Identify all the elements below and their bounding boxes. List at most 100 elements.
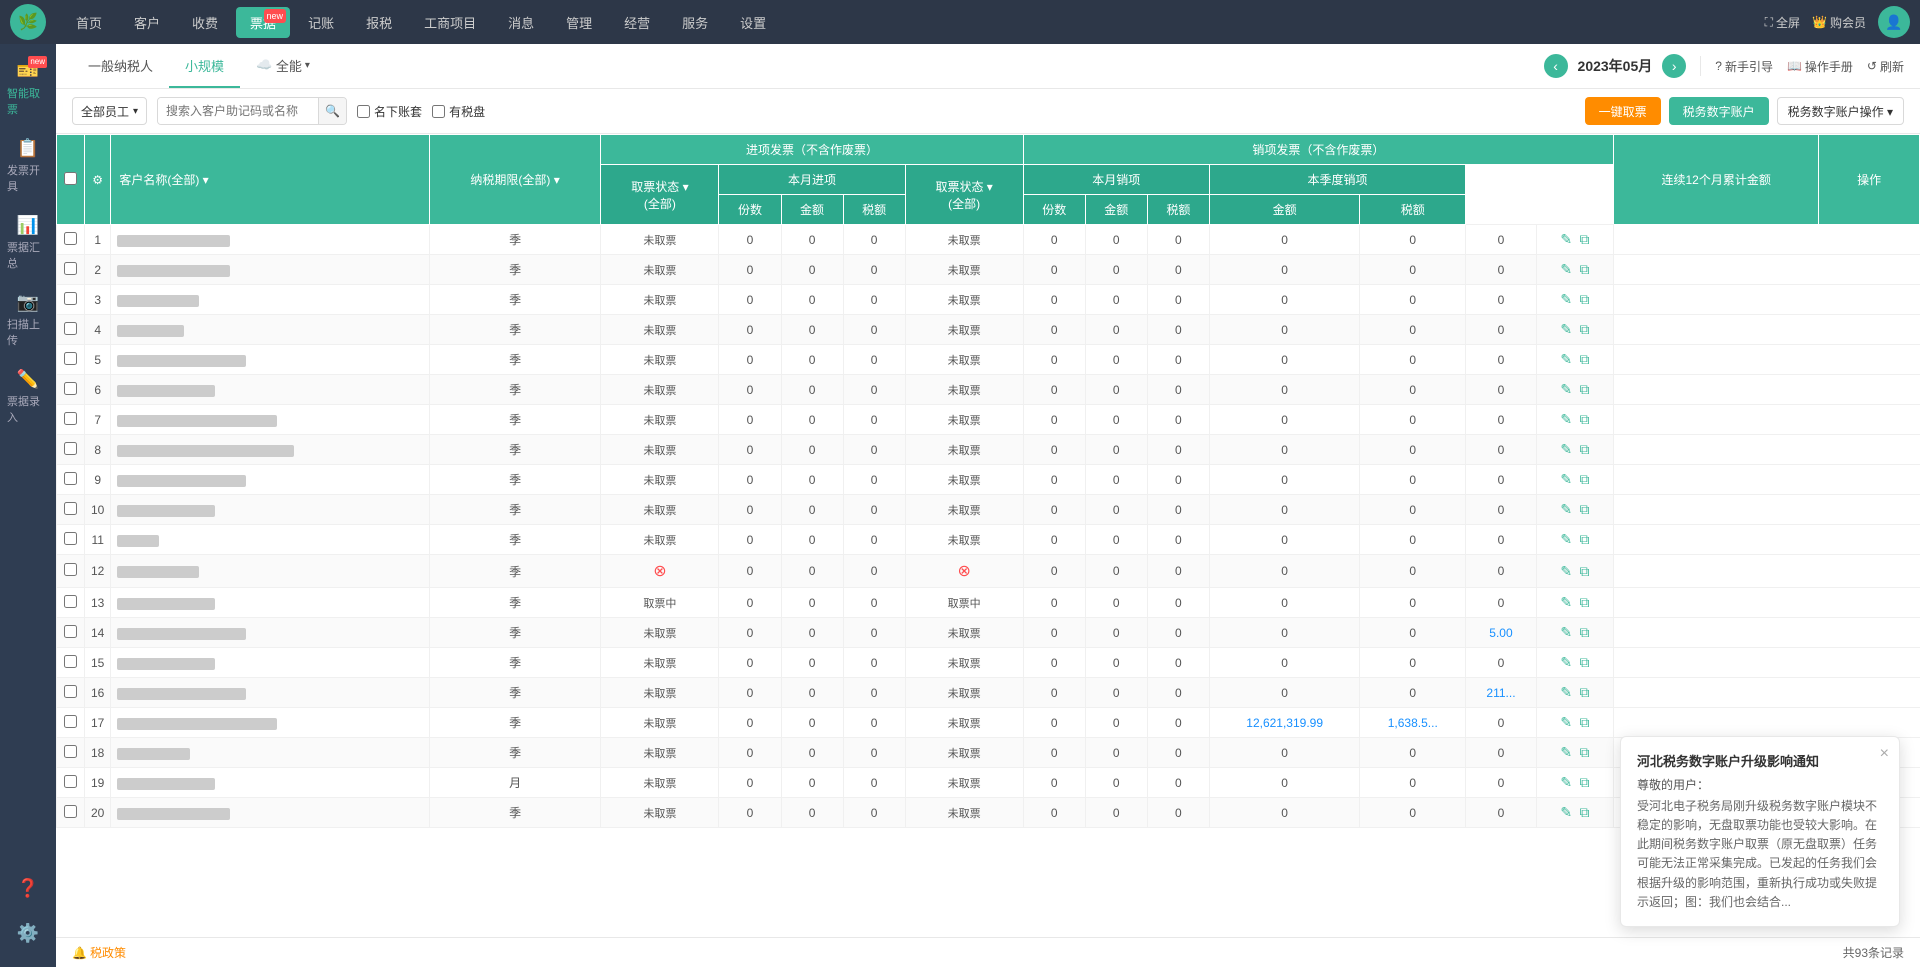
copy-icon[interactable]: ⧉ xyxy=(1579,411,1589,427)
copy-icon[interactable]: ⧉ xyxy=(1579,501,1589,517)
sidebar-item-scan-upload[interactable]: 📷 扫描上传 xyxy=(3,283,53,356)
edit-icon[interactable]: ✎ xyxy=(1560,321,1572,337)
copy-icon[interactable]: ⧉ xyxy=(1579,774,1589,790)
nav-bookkeeping[interactable]: 记账 xyxy=(294,7,348,38)
vip-btn[interactable]: 👑 购会员 xyxy=(1812,14,1866,31)
manual-link[interactable]: 📖 操作手册 xyxy=(1787,58,1853,75)
tab-general-taxpayer[interactable]: 一般纳税人 xyxy=(72,44,169,88)
row-checkbox[interactable] xyxy=(64,655,77,668)
select-all-checkbox[interactable] xyxy=(64,172,77,185)
nav-invoice[interactable]: 票据 new xyxy=(236,7,290,38)
checkbox-has-tax-disk[interactable]: 有税盘 xyxy=(432,103,485,120)
row-checkbox[interactable] xyxy=(64,352,77,365)
sidebar-item-smart-fetch[interactable]: new 🎫 智能取票 xyxy=(3,52,53,125)
copy-icon[interactable]: ⧉ xyxy=(1579,261,1589,277)
nav-settings[interactable]: 设置 xyxy=(726,7,780,38)
col-in-status[interactable]: 取票状态 ▾(全部) xyxy=(601,165,719,225)
col-client-name[interactable]: 客户名称(全部) ▾ xyxy=(111,135,429,225)
edit-icon[interactable]: ✎ xyxy=(1560,804,1572,820)
edit-icon[interactable]: ✎ xyxy=(1560,291,1572,307)
checkbox-accounts[interactable] xyxy=(357,105,370,118)
avatar[interactable]: 👤 xyxy=(1878,6,1910,38)
copy-icon[interactable]: ⧉ xyxy=(1579,321,1589,337)
row-checkbox[interactable] xyxy=(64,382,77,395)
one-click-fetch-btn[interactable]: 一键取票 xyxy=(1585,97,1661,125)
next-period-btn[interactable]: › xyxy=(1662,54,1686,78)
nav-message[interactable]: 消息 xyxy=(494,7,548,38)
nav-service[interactable]: 服务 xyxy=(668,7,722,38)
copy-icon[interactable]: ⧉ xyxy=(1579,381,1589,397)
sidebar-item-invoice-entry[interactable]: ✏️ 票据录入 xyxy=(3,360,53,433)
edit-icon[interactable]: ✎ xyxy=(1560,231,1572,247)
nav-business[interactable]: 工商项目 xyxy=(410,7,490,38)
digital-account-ops-btn[interactable]: 税务数字账户操作 ▾ xyxy=(1777,97,1904,125)
row-checkbox[interactable] xyxy=(64,442,77,455)
search-button[interactable]: 🔍 xyxy=(318,97,346,125)
edit-icon[interactable]: ✎ xyxy=(1560,594,1572,610)
prev-period-btn[interactable]: ‹ xyxy=(1544,54,1568,78)
search-input[interactable] xyxy=(158,97,318,125)
new-guide-link[interactable]: ? 新手引导 xyxy=(1715,58,1773,75)
sidebar-item-help[interactable]: ❓ xyxy=(3,869,53,910)
edit-icon[interactable]: ✎ xyxy=(1560,381,1572,397)
col-out-status[interactable]: 取票状态 ▾(全部) xyxy=(905,165,1023,225)
row-checkbox[interactable] xyxy=(64,232,77,245)
row-checkbox[interactable] xyxy=(64,625,77,638)
row-checkbox[interactable] xyxy=(64,563,77,576)
digital-account-btn[interactable]: 税务数字账户 xyxy=(1669,97,1769,125)
copy-icon[interactable]: ⧉ xyxy=(1579,594,1589,610)
nav-operation[interactable]: 经营 xyxy=(610,7,664,38)
row-checkbox[interactable] xyxy=(64,745,77,758)
employee-select[interactable]: 全部员工 ▾ xyxy=(72,97,147,125)
edit-icon[interactable]: ✎ xyxy=(1560,411,1572,427)
edit-icon[interactable]: ✎ xyxy=(1560,624,1572,640)
edit-icon[interactable]: ✎ xyxy=(1560,774,1572,790)
tab-small-scale[interactable]: 小规模 xyxy=(169,44,240,88)
edit-icon[interactable]: ✎ xyxy=(1560,563,1572,579)
row-checkbox[interactable] xyxy=(64,472,77,485)
checkbox-taxdisk[interactable] xyxy=(432,105,445,118)
row-checkbox[interactable] xyxy=(64,502,77,515)
nav-manage[interactable]: 管理 xyxy=(552,7,606,38)
nav-home[interactable]: 首页 xyxy=(62,7,116,38)
fullscreen-btn[interactable]: ⛶ 全屏 xyxy=(1765,14,1800,31)
copy-icon[interactable]: ⧉ xyxy=(1579,231,1589,247)
row-checkbox[interactable] xyxy=(64,322,77,335)
copy-icon[interactable]: ⧉ xyxy=(1579,351,1589,367)
edit-icon[interactable]: ✎ xyxy=(1560,351,1572,367)
tax-policy-link[interactable]: 🔔 税政策 xyxy=(72,944,126,961)
nav-tax[interactable]: 报税 xyxy=(352,7,406,38)
edit-icon[interactable]: ✎ xyxy=(1560,531,1572,547)
copy-icon[interactable]: ⧉ xyxy=(1579,804,1589,820)
copy-icon[interactable]: ⧉ xyxy=(1579,291,1589,307)
copy-icon[interactable]: ⧉ xyxy=(1579,624,1589,640)
sidebar-item-config[interactable]: ⚙️ xyxy=(3,914,53,955)
copy-icon[interactable]: ⧉ xyxy=(1579,563,1589,579)
sidebar-item-invoice-summary[interactable]: 📊 票据汇总 xyxy=(3,206,53,279)
edit-icon[interactable]: ✎ xyxy=(1560,744,1572,760)
notification-close-btn[interactable]: × xyxy=(1880,745,1889,763)
row-checkbox[interactable] xyxy=(64,805,77,818)
refresh-link[interactable]: ↺ 刷新 xyxy=(1867,58,1904,75)
col-tax-period[interactable]: 纳税期限(全部) ▾ xyxy=(429,135,601,225)
sidebar-item-invoice-open[interactable]: 📋 发票开具 xyxy=(3,129,53,202)
copy-icon[interactable]: ⧉ xyxy=(1579,441,1589,457)
settings-col-icon[interactable]: ⚙ xyxy=(92,173,103,187)
row-checkbox[interactable] xyxy=(64,685,77,698)
copy-icon[interactable]: ⧉ xyxy=(1579,714,1589,730)
copy-icon[interactable]: ⧉ xyxy=(1579,531,1589,547)
copy-icon[interactable]: ⧉ xyxy=(1579,684,1589,700)
edit-icon[interactable]: ✎ xyxy=(1560,471,1572,487)
edit-icon[interactable]: ✎ xyxy=(1560,261,1572,277)
nav-customer[interactable]: 客户 xyxy=(120,7,174,38)
row-checkbox[interactable] xyxy=(64,262,77,275)
row-checkbox[interactable] xyxy=(64,532,77,545)
edit-icon[interactable]: ✎ xyxy=(1560,684,1572,700)
row-checkbox[interactable] xyxy=(64,595,77,608)
row-checkbox[interactable] xyxy=(64,412,77,425)
row-checkbox[interactable] xyxy=(64,292,77,305)
edit-icon[interactable]: ✎ xyxy=(1560,501,1572,517)
copy-icon[interactable]: ⧉ xyxy=(1579,744,1589,760)
row-checkbox[interactable] xyxy=(64,715,77,728)
edit-icon[interactable]: ✎ xyxy=(1560,714,1572,730)
